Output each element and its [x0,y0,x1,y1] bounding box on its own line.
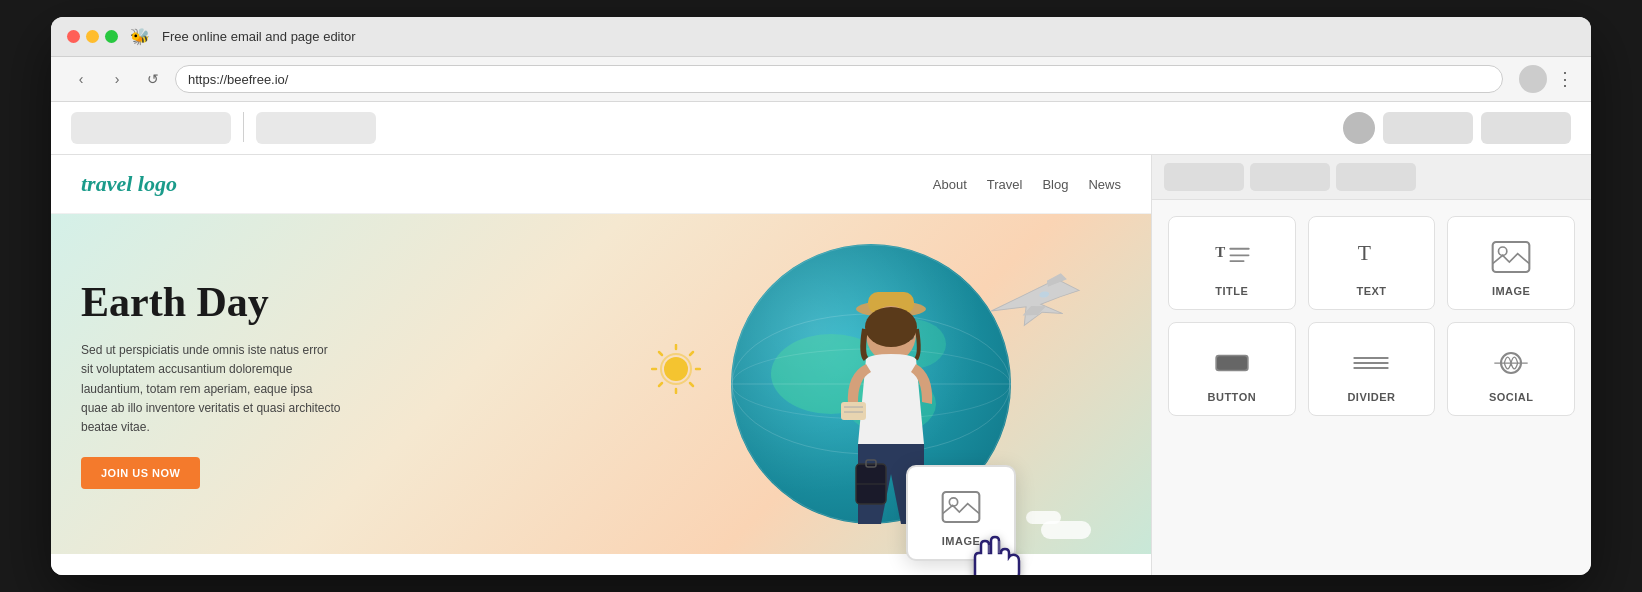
cloud-2 [1026,511,1061,524]
panel-toolbar-btn-3[interactable] [1336,163,1416,191]
maximize-button[interactable] [105,30,118,43]
app-toolbar [51,102,1591,155]
browser-titlebar: 🐝 Free online email and page editor [51,17,1591,57]
image-panel-icon-svg [1491,239,1531,275]
tab-title: Free online email and page editor [162,29,356,44]
back-button[interactable]: ‹ [67,65,95,93]
hero-subtitle: Sed ut perspiciatis unde omnis iste natu… [81,341,341,437]
toolbar-right [1343,112,1571,144]
divider-icon-svg [1351,345,1391,381]
toolbar-action-btn-1[interactable] [1383,112,1473,144]
divider-block-icon [1347,343,1395,383]
panel-toolbar-btn-2[interactable] [1250,163,1330,191]
travel-logo: travel logo [81,171,177,197]
browser-window: 🐝 Free online email and page editor ‹ › … [51,17,1591,575]
image-icon-svg [941,489,981,525]
block-item-text[interactable]: T TEXT [1308,216,1436,310]
svg-rect-40 [1493,242,1530,272]
svg-point-30 [865,307,917,347]
panel-toolbar-btn-1[interactable] [1164,163,1244,191]
text-icon-svg: T [1351,239,1391,275]
block-item-social[interactable]: SOCIAL [1447,322,1575,416]
svg-text:T: T [1358,241,1371,265]
button-block-label: BUTTON [1208,391,1257,403]
toolbar-btn-group-left [71,112,376,144]
hero-title: Earth Day [81,279,361,325]
social-block-label: SOCIAL [1489,391,1534,403]
main-area: travel logo About Travel Blog News Earth… [51,155,1591,575]
nav-about[interactable]: About [933,177,967,192]
title-block-icon: T [1208,237,1256,277]
toolbar-divider [243,112,244,142]
nav-links: About Travel Blog News [933,177,1121,192]
user-avatar[interactable] [1343,112,1375,144]
text-block-icon: T [1347,237,1395,277]
hero-visual [551,214,1151,554]
sun-svg [651,344,701,394]
hero-content: Earth Day Sed ut perspiciatis unde omnis… [51,239,391,529]
browser-toolbar: ‹ › ↺ https://beefree.io/ ⋮ [51,57,1591,102]
divider-block-label: DIVIDER [1347,391,1395,403]
hero-cta-button[interactable]: JOIN US NOW [81,457,200,489]
nav-blog[interactable]: Blog [1042,177,1068,192]
blocks-grid: T TITLE T TEXT [1152,200,1591,432]
button-icon-svg [1212,345,1252,381]
hand-cursor-svg [971,525,1031,575]
image-block-icon [937,487,985,527]
block-item-image[interactable]: IMAGE [1447,216,1575,310]
minimize-button[interactable] [86,30,99,43]
menu-button[interactable]: ⋮ [1555,69,1575,89]
nav-travel[interactable]: Travel [987,177,1023,192]
right-panel: T TITLE T TEXT [1151,155,1591,575]
svg-point-32 [949,498,957,506]
social-block-icon [1487,343,1535,383]
refresh-button[interactable]: ↺ [139,65,167,93]
forward-button[interactable]: › [103,65,131,93]
svg-point-7 [664,357,688,381]
social-icon-svg [1491,345,1531,381]
block-item-button[interactable]: BUTTON [1168,322,1296,416]
block-item-divider[interactable]: DIVIDER [1308,322,1436,416]
svg-line-14 [690,383,693,386]
page-header: travel logo About Travel Blog News [51,155,1151,214]
svg-point-41 [1499,247,1507,255]
nav-news[interactable]: News [1088,177,1121,192]
toolbar-placeholder-1[interactable] [71,112,231,144]
cursor-hand [971,525,1031,575]
canvas-area: travel logo About Travel Blog News Earth… [51,155,1151,575]
button-block-icon [1208,343,1256,383]
toolbar-action-btn-2[interactable] [1481,112,1571,144]
svg-line-15 [690,352,693,355]
svg-rect-24 [841,402,866,420]
block-item-title[interactable]: T TITLE [1168,216,1296,310]
profile-avatar[interactable] [1519,65,1547,93]
svg-line-16 [659,383,662,386]
panel-toolbar [1152,155,1591,200]
svg-rect-43 [1217,356,1247,369]
image-panel-block-icon [1487,237,1535,277]
title-icon-svg: T [1212,239,1252,275]
svg-rect-31 [943,492,980,522]
window-controls [67,30,118,43]
image-panel-block-label: IMAGE [1492,285,1531,297]
text-block-label: TEXT [1356,285,1386,297]
sun-graphic [651,344,701,394]
toolbar-placeholder-2[interactable] [256,112,376,144]
address-bar[interactable]: https://beefree.io/ [175,65,1503,93]
close-button[interactable] [67,30,80,43]
svg-text:T: T [1215,244,1225,260]
title-block-label: TITLE [1215,285,1248,297]
svg-line-13 [659,352,662,355]
